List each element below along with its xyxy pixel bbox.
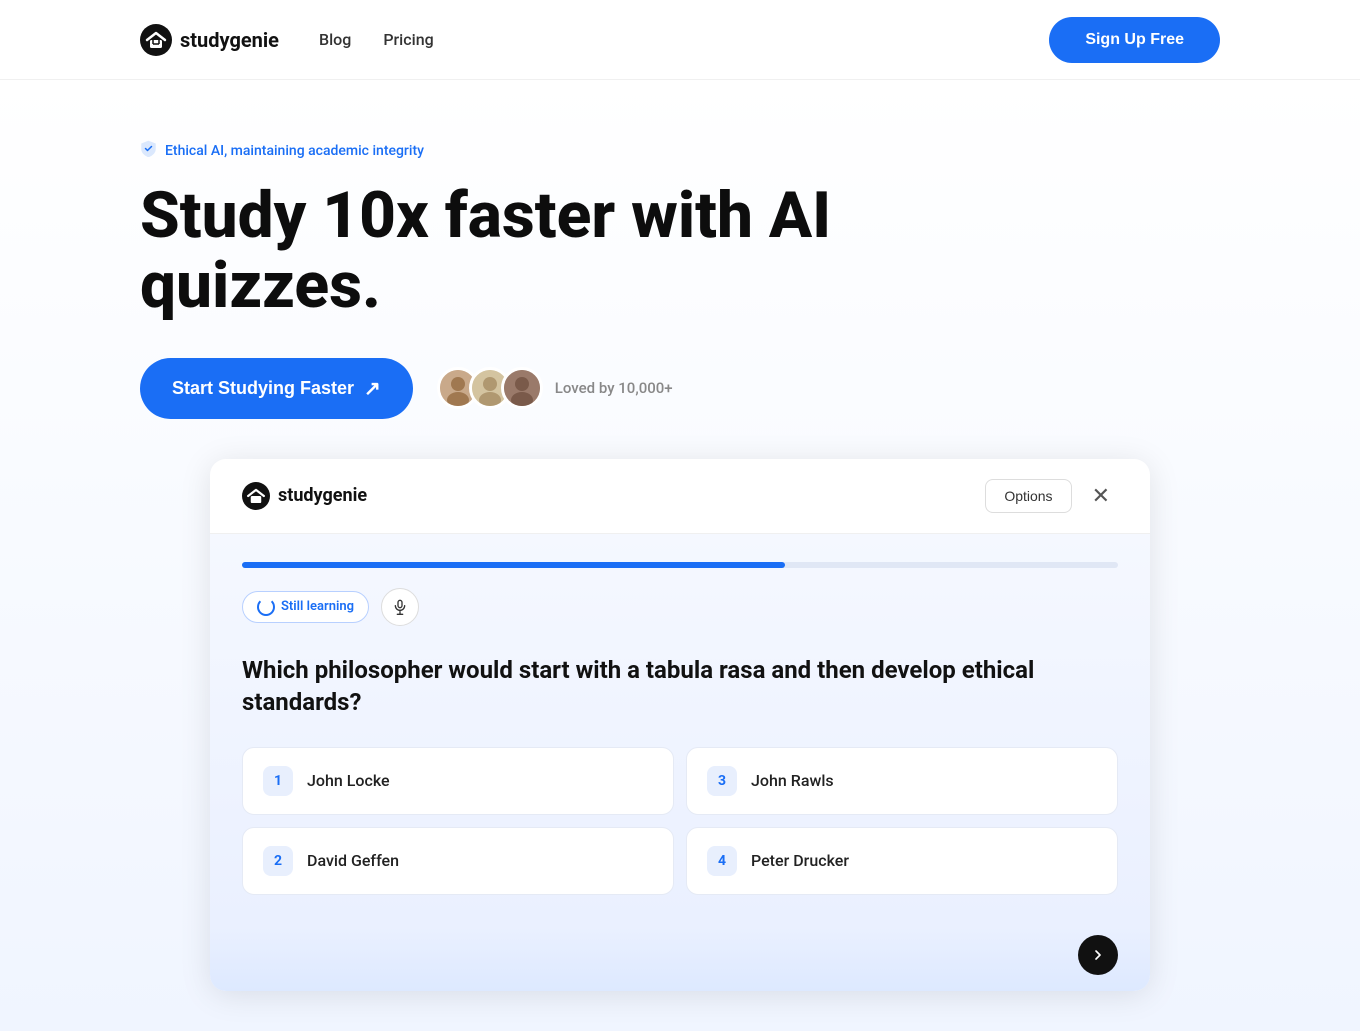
quiz-logo-text: studygenie	[278, 485, 367, 506]
quiz-body: Still learning Which philosopher would s…	[210, 534, 1150, 927]
question-text: Which philosopher would start with a tab…	[242, 654, 1118, 719]
still-learning-badge: Still learning	[242, 591, 369, 623]
ethical-badge: Ethical AI, maintaining academic integri…	[140, 140, 424, 161]
logo-text: studygenie	[180, 28, 279, 52]
mic-icon	[392, 599, 408, 615]
quiz-logo-icon	[242, 482, 270, 510]
answer-text-3: John Rawls	[751, 771, 834, 790]
avatar-3	[501, 367, 543, 409]
answer-num-4: 4	[707, 846, 737, 876]
start-studying-label: Start Studying Faster	[172, 378, 354, 399]
answer-num-3: 3	[707, 766, 737, 796]
hero-actions: Start Studying Faster ↗ Loved by 10,000+	[140, 358, 1220, 419]
answer-option-4[interactable]: 4 Peter Drucker	[686, 827, 1118, 895]
answer-text-2: David Geffen	[307, 851, 399, 870]
nav-links: Blog Pricing	[319, 30, 1049, 49]
mic-button[interactable]	[381, 588, 419, 626]
shield-icon	[140, 140, 157, 161]
quiz-footer	[210, 927, 1150, 991]
hero-title: Study 10x faster with AI quizzes.	[140, 181, 940, 322]
nav-blog-link[interactable]: Blog	[319, 30, 351, 49]
quiz-logo: studygenie	[242, 482, 367, 510]
ethical-badge-text: Ethical AI, maintaining academic integri…	[165, 143, 424, 159]
answer-text-1: John Locke	[307, 771, 390, 790]
answer-num-2: 2	[263, 846, 293, 876]
answer-text-4: Peter Drucker	[751, 851, 849, 870]
answer-num-1: 1	[263, 766, 293, 796]
avatars-group: Loved by 10,000+	[437, 367, 673, 409]
logo-link[interactable]: studygenie	[140, 24, 279, 56]
arrow-right-icon	[1090, 947, 1106, 963]
signup-button[interactable]: Sign Up Free	[1049, 17, 1220, 63]
start-studying-button[interactable]: Start Studying Faster ↗	[140, 358, 413, 419]
quiz-card-header: studygenie Options ✕	[210, 459, 1150, 534]
status-row: Still learning	[242, 588, 1118, 626]
spinner-icon	[257, 598, 275, 616]
answer-option-2[interactable]: 2 David Geffen	[242, 827, 674, 895]
loved-text: Loved by 10,000+	[555, 379, 673, 397]
close-button[interactable]: ✕	[1084, 481, 1118, 511]
quiz-header-actions: Options ✕	[985, 479, 1118, 513]
answer-option-1[interactable]: 1 John Locke	[242, 747, 674, 815]
quiz-card: studygenie Options ✕ Still learning	[210, 459, 1150, 991]
options-button[interactable]: Options	[985, 479, 1071, 513]
logo-icon	[140, 24, 172, 56]
still-learning-label: Still learning	[281, 599, 354, 614]
next-arrow-button[interactable]	[1078, 935, 1118, 975]
nav-pricing-link[interactable]: Pricing	[383, 30, 433, 49]
hero-section: Ethical AI, maintaining academic integri…	[0, 80, 1360, 1031]
answers-grid: 1 John Locke 3 John Rawls 2 David Geffen…	[242, 747, 1118, 895]
arrow-icon: ↗	[364, 376, 381, 401]
progress-bar-fill	[242, 562, 785, 568]
progress-bar-container	[242, 562, 1118, 568]
answer-option-3[interactable]: 3 John Rawls	[686, 747, 1118, 815]
